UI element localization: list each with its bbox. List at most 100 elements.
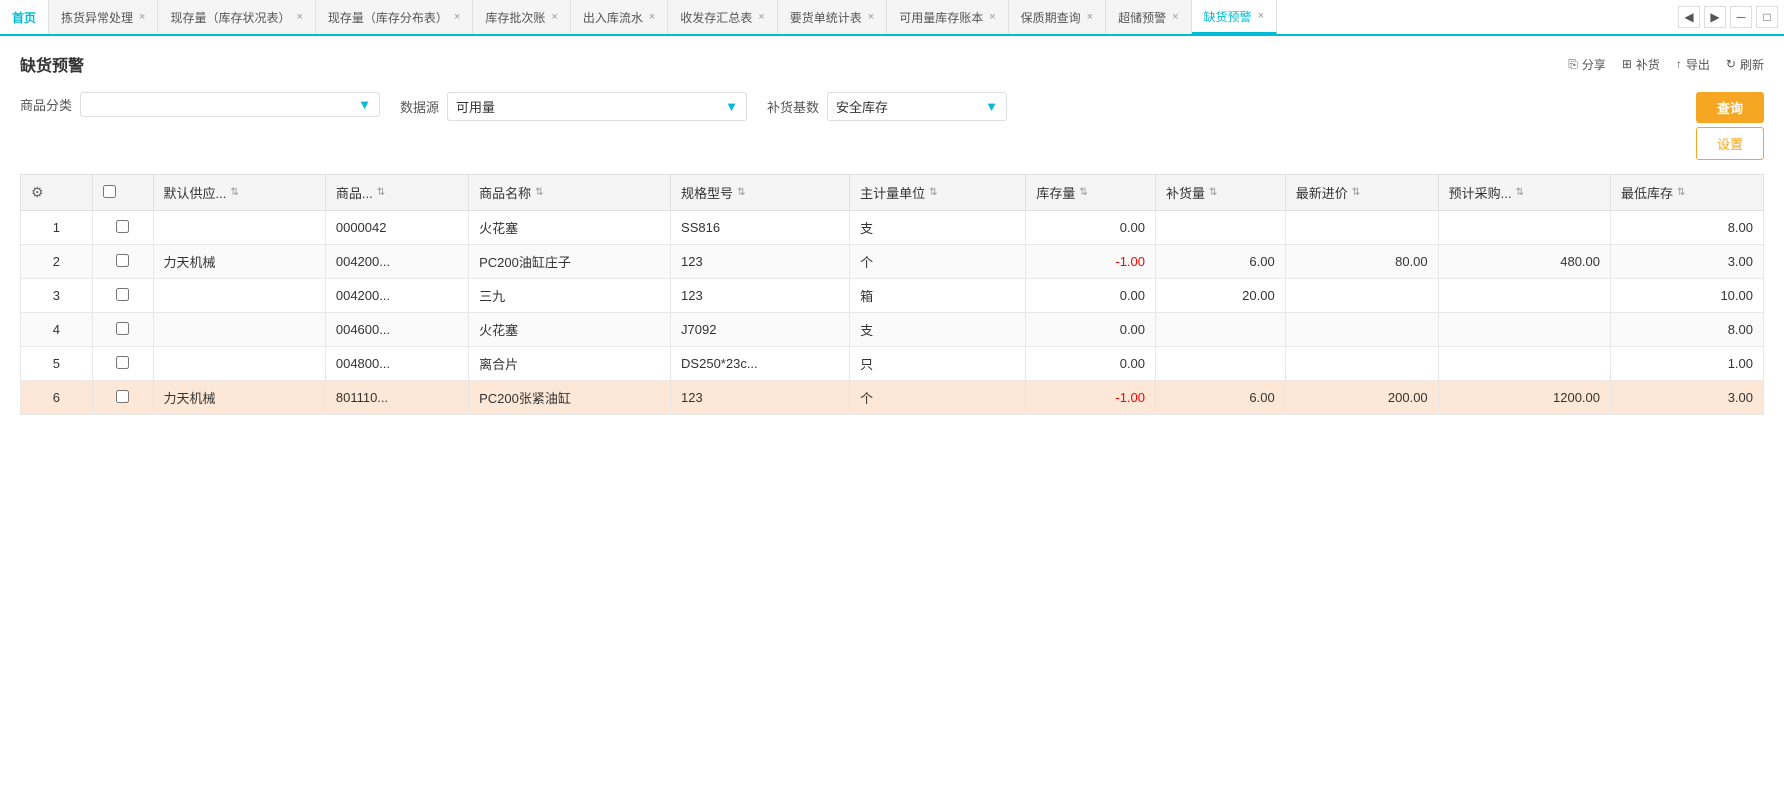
tab-next-btn[interactable]: ▶	[1704, 6, 1726, 28]
cell-spec: SS816	[671, 211, 850, 245]
row-checkbox[interactable]	[116, 254, 129, 267]
tab-close-demand[interactable]: ×	[868, 11, 874, 23]
tab-prev-btn[interactable]: ◀	[1678, 6, 1700, 28]
th-supplier[interactable]: 默认供应... ⇅	[153, 175, 325, 211]
base-label: 补货基数	[767, 97, 819, 116]
tab-available[interactable]: 可用量库存账本 ×	[887, 0, 1008, 34]
cell-unit: 箱	[850, 279, 1026, 313]
tab-inout-flow[interactable]: 出入库流水 ×	[571, 0, 668, 34]
share-button[interactable]: ⎘ 分享	[1568, 56, 1606, 73]
th-unit[interactable]: 主计量单位 ⇅	[850, 175, 1026, 211]
tab-maximize-btn[interactable]: □	[1756, 6, 1778, 28]
cell-stock: 0.00	[1026, 279, 1156, 313]
cell-code: 004600...	[325, 313, 468, 347]
unit-sort-icon: ⇅	[929, 187, 937, 198]
cell-code: 004800...	[325, 347, 468, 381]
table-row: 1 0000042 火花塞 SS816 支 0.00 8.00	[21, 211, 1764, 245]
tab-collect[interactable]: 收发存汇总表 ×	[668, 0, 777, 34]
th-price-label: 最新进价	[1296, 183, 1348, 202]
cell-num: 2	[21, 245, 93, 279]
row-checkbox[interactable]	[116, 356, 129, 369]
tab-close-inout-flow[interactable]: ×	[649, 11, 655, 23]
cell-unit: 支	[850, 211, 1026, 245]
tab-close-abnormal[interactable]: ×	[139, 11, 145, 23]
category-select[interactable]: ▼	[80, 92, 380, 117]
data-table: ⚙ 默认供应... ⇅ 商品... ⇅	[20, 174, 1764, 415]
refresh-button[interactable]: ↻ 刷新	[1726, 56, 1764, 73]
th-price[interactable]: 最新进价 ⇅	[1285, 175, 1438, 211]
table-row: 3 004200... 三九 123 箱 0.00 20.00 10.00	[21, 279, 1764, 313]
cell-minstock: 8.00	[1611, 211, 1764, 245]
th-code[interactable]: 商品... ⇅	[325, 175, 468, 211]
settings-col-icon[interactable]: ⚙	[31, 184, 44, 200]
row-checkbox[interactable]	[116, 390, 129, 403]
cell-unit: 个	[850, 245, 1026, 279]
main-content: 缺货预警 ⎘ 分享 ⊞ 补货 ↑ 导出 ↻ 刷新 商品分类	[0, 36, 1784, 796]
table-row: 2 力天机械 004200... PC200油缸庄子 123 个 -1.00 6…	[21, 245, 1764, 279]
tab-minimize-btn[interactable]: ─	[1730, 6, 1752, 28]
tab-close-collect[interactable]: ×	[758, 11, 764, 23]
supplier-sort-icon: ⇅	[230, 187, 238, 198]
th-unit-label: 主计量单位	[860, 183, 925, 202]
th-spec[interactable]: 规格型号 ⇅	[671, 175, 850, 211]
export-button[interactable]: ↑ 导出	[1676, 56, 1710, 73]
replenish-button[interactable]: ⊞ 补货	[1622, 56, 1660, 73]
tab-batch[interactable]: 库存批次账 ×	[473, 0, 570, 34]
th-minstock[interactable]: 最低库存 ⇅	[1611, 175, 1764, 211]
row-checkbox[interactable]	[116, 288, 129, 301]
th-replenish[interactable]: 补货量 ⇅	[1156, 175, 1286, 211]
filter-area: 商品分类 ▼ 数据源 可用量 ▼ 补货基数 安全库存 ▼ 查询 设置	[20, 92, 1764, 160]
tab-expiry[interactable]: 保质期查询 ×	[1009, 0, 1106, 34]
tab-stock-status[interactable]: 现存量（库存状况表） ×	[158, 0, 315, 34]
tab-demand[interactable]: 要货单统计表 ×	[778, 0, 887, 34]
row-checkbox[interactable]	[116, 322, 129, 335]
tab-home[interactable]: 首页	[0, 0, 49, 34]
tab-close-shortage[interactable]: ×	[1258, 10, 1264, 22]
cell-supplier	[153, 279, 325, 313]
th-estimate[interactable]: 预计采购... ⇅	[1438, 175, 1610, 211]
cell-unit: 支	[850, 313, 1026, 347]
tab-close-stock-dist[interactable]: ×	[454, 11, 460, 23]
tab-abnormal[interactable]: 拣货异常处理 ×	[49, 0, 158, 34]
select-all-checkbox[interactable]	[103, 185, 116, 198]
cell-check[interactable]	[92, 347, 153, 381]
cell-check[interactable]	[92, 211, 153, 245]
cell-num: 5	[21, 347, 93, 381]
cell-price: 200.00	[1285, 381, 1438, 415]
datasource-select[interactable]: 可用量 ▼	[447, 92, 747, 121]
cell-num: 6	[21, 381, 93, 415]
cell-estimate	[1438, 347, 1610, 381]
code-sort-icon: ⇅	[377, 187, 385, 198]
cell-num: 4	[21, 313, 93, 347]
tab-close-batch[interactable]: ×	[551, 11, 557, 23]
cell-code: 004200...	[325, 245, 468, 279]
cell-spec: DS250*23c...	[671, 347, 850, 381]
base-filter-group: 补货基数 安全库存 ▼	[767, 92, 1007, 121]
query-button[interactable]: 查询	[1696, 92, 1764, 123]
cell-minstock: 3.00	[1611, 245, 1764, 279]
th-settings[interactable]: ⚙	[21, 175, 93, 211]
tab-close-expiry[interactable]: ×	[1087, 11, 1093, 23]
base-select[interactable]: 安全库存 ▼	[827, 92, 1007, 121]
th-stock-label: 库存量	[1036, 183, 1075, 202]
cell-check[interactable]	[92, 279, 153, 313]
estimate-sort-icon: ⇅	[1516, 187, 1524, 198]
tab-close-overstock[interactable]: ×	[1172, 11, 1178, 23]
cell-check[interactable]	[92, 245, 153, 279]
settings-button[interactable]: 设置	[1696, 127, 1764, 160]
tab-overstock[interactable]: 超储预警 ×	[1106, 0, 1191, 34]
cell-spec: J7092	[671, 313, 850, 347]
row-checkbox[interactable]	[116, 220, 129, 233]
cell-check[interactable]	[92, 381, 153, 415]
th-stock[interactable]: 库存量 ⇅	[1026, 175, 1156, 211]
th-name[interactable]: 商品名称 ⇅	[469, 175, 671, 211]
tab-close-available[interactable]: ×	[989, 11, 995, 23]
cell-check[interactable]	[92, 313, 153, 347]
th-check[interactable]	[92, 175, 153, 211]
tab-stock-dist[interactable]: 现存量（库存分布表） ×	[316, 0, 473, 34]
th-name-label: 商品名称	[479, 183, 531, 202]
tab-shortage[interactable]: 缺货预警 ×	[1192, 0, 1277, 34]
tab-close-stock-status[interactable]: ×	[296, 11, 302, 23]
base-arrow-icon: ▼	[985, 99, 998, 114]
category-filter-group: 商品分类 ▼	[20, 92, 380, 117]
